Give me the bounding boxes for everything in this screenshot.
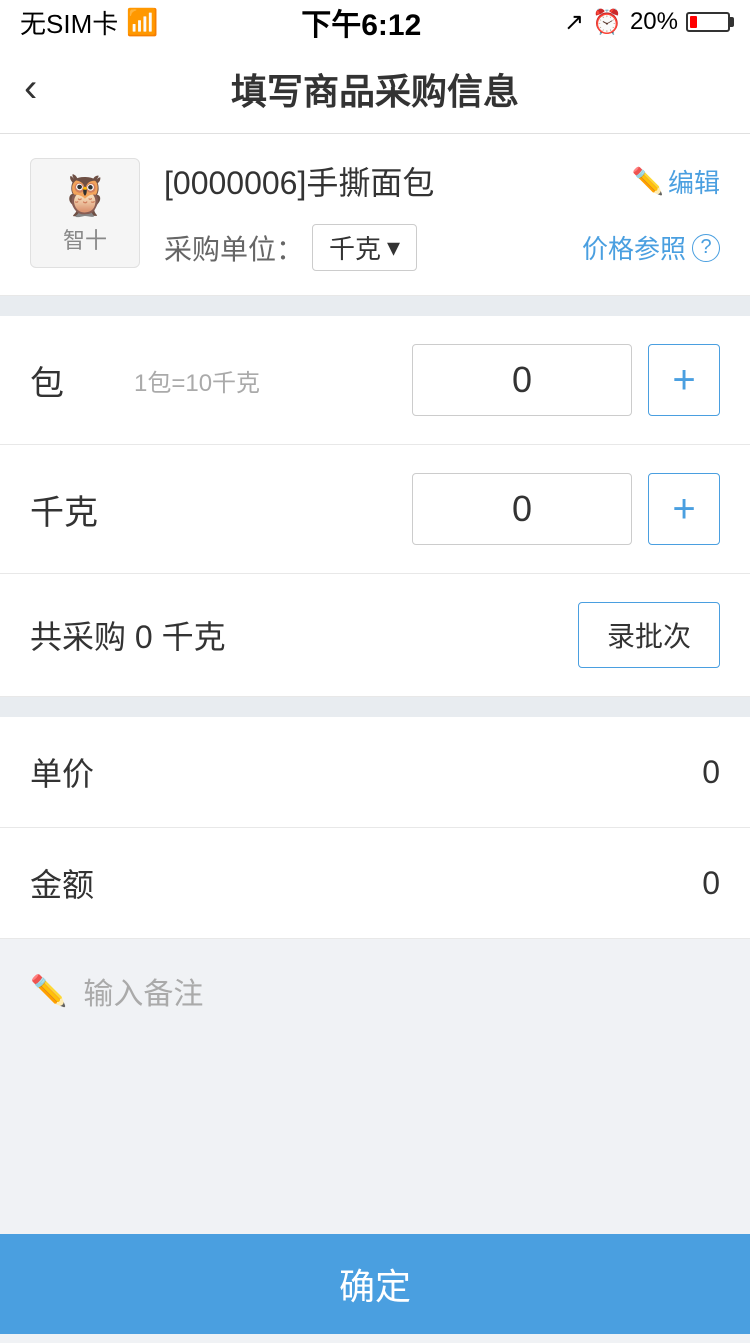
pack-plus-icon: + [672, 358, 695, 403]
battery-percent: 20% [630, 8, 678, 36]
kg-label: 千克 [30, 485, 110, 534]
product-thumbnail: 🦉 智十 [30, 158, 140, 268]
kg-input-row: 千克 0 + [0, 445, 750, 574]
pack-plus-button[interactable]: + [648, 344, 720, 416]
note-section[interactable]: ✏️ 输入备注 [0, 939, 750, 1043]
product-card: 🦉 智十 [0000006]手撕面包 ✏️ 编辑 采购单位： 千克 ▾ 价格参照 [0, 134, 750, 296]
unit-price-value: 0 [702, 754, 720, 791]
status-left: 无SIM卡 📶 [20, 4, 159, 41]
status-right: ↗ ⏰ 20% [564, 8, 730, 37]
divider-2 [0, 697, 750, 717]
price-ref-help-icon: ? [692, 234, 720, 262]
pack-quantity-value: 0 [512, 359, 532, 401]
price-ref-label: 价格参照 [582, 229, 686, 266]
battery-icon [686, 12, 730, 32]
nav-bar: ‹ 填写商品采购信息 [0, 44, 750, 134]
divider-1 [0, 296, 750, 316]
batch-button[interactable]: 录批次 [578, 602, 720, 668]
edit-button[interactable]: ✏️ 编辑 [632, 163, 720, 200]
unit-value: 千克 [329, 229, 381, 266]
product-name: [0000006]手撕面包 [164, 158, 434, 204]
info-section: 单价 0 金额 0 [0, 717, 750, 939]
summary-text: 共采购 0 千克 [30, 612, 226, 658]
product-info: [0000006]手撕面包 ✏️ 编辑 采购单位： 千克 ▾ 价格参照 ? [164, 158, 720, 271]
product-title: 手撕面包 [306, 165, 434, 201]
carrier-label: 无SIM卡 [20, 4, 118, 41]
summary-amount: 0 [135, 619, 153, 655]
pack-sublabel: 1包=10千克 [134, 363, 260, 398]
amount-value: 0 [702, 865, 720, 902]
location-icon: ↗ [564, 8, 584, 37]
confirm-button[interactable]: 确定 [0, 1234, 750, 1334]
kg-plus-icon: + [672, 487, 695, 532]
battery-fill [690, 16, 697, 28]
pack-input-row: 包 1包=10千克 0 + [0, 316, 750, 445]
edit-icon: ✏️ [632, 166, 664, 197]
wifi-icon: 📶 [126, 7, 158, 38]
status-bar: 无SIM卡 📶 下午6:12 ↗ ⏰ 20% [0, 0, 750, 44]
pack-quantity-input[interactable]: 0 [412, 344, 632, 416]
summary-unit: 千克 [162, 619, 226, 655]
input-section: 包 1包=10千克 0 + 千克 0 + 共采购 0 千克 录批次 [0, 316, 750, 697]
edit-label: 编辑 [668, 163, 720, 200]
page-title: 填写商品采购信息 [231, 63, 519, 115]
price-ref-button[interactable]: 价格参照 ? [582, 229, 720, 266]
product-id: [0000006] [164, 165, 306, 201]
summary-label: 共采购 [30, 619, 126, 655]
alarm-icon: ⏰ [592, 8, 622, 37]
confirm-label: 确定 [339, 1258, 411, 1310]
unit-price-label: 单价 [30, 749, 94, 795]
note-input[interactable]: 输入备注 [83, 969, 203, 1013]
unit-label: 采购单位： [164, 228, 304, 268]
kg-plus-button[interactable]: + [648, 473, 720, 545]
kg-quantity-value: 0 [512, 488, 532, 530]
product-thumb-icon: 🦉 [60, 172, 110, 219]
back-button[interactable]: ‹ [24, 66, 37, 111]
status-time: 下午6:12 [301, 0, 421, 44]
unit-price-row: 单价 0 [0, 717, 750, 828]
product-thumb-label: 智十 [63, 223, 107, 255]
pack-label: 包 [30, 356, 110, 405]
unit-selector-wrap: 采购单位： 千克 ▾ [164, 224, 417, 271]
unit-select[interactable]: 千克 ▾ [312, 224, 417, 271]
batch-label: 录批次 [607, 621, 691, 652]
kg-quantity-input[interactable]: 0 [412, 473, 632, 545]
summary-row: 共采购 0 千克 录批次 [0, 574, 750, 697]
product-unit-row: 采购单位： 千克 ▾ 价格参照 ? [164, 224, 720, 271]
amount-row: 金额 0 [0, 828, 750, 939]
note-pencil-icon: ✏️ [30, 974, 67, 1009]
unit-chevron-icon: ▾ [387, 232, 400, 263]
product-header: [0000006]手撕面包 ✏️ 编辑 [164, 158, 720, 204]
amount-label: 金额 [30, 860, 94, 906]
